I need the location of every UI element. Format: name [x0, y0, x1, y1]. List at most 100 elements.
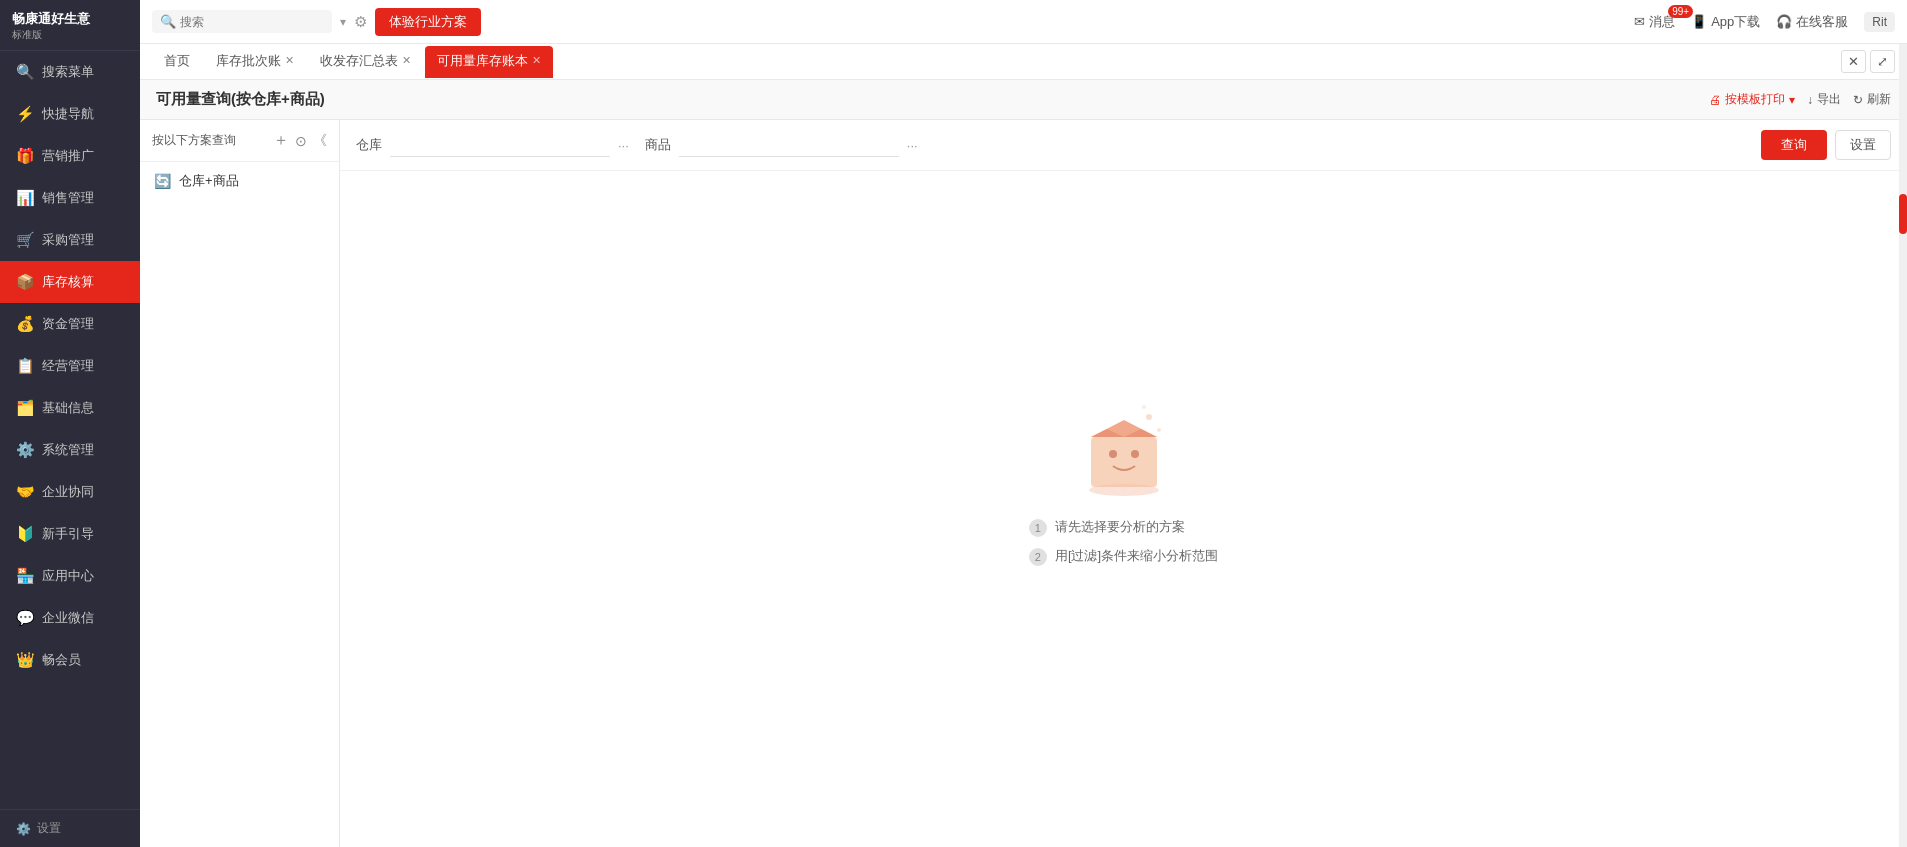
newbie-icon: 🔰	[16, 525, 34, 543]
sidebar-item-label: 应用中心	[42, 567, 94, 585]
sidebar-item-label: 企业协同	[42, 483, 94, 501]
headset-icon: 🎧	[1776, 14, 1792, 29]
tab-available[interactable]: 可用量库存账本 ✕	[425, 46, 553, 78]
filter-panel-header: 按以下方案查询 ＋ ⊙ 《	[140, 120, 339, 162]
topbar-search-box[interactable]: 🔍	[152, 10, 332, 33]
sidebar-item-shortcut[interactable]: ⚡ 快捷导航	[0, 93, 140, 135]
message-button[interactable]: ✉ 消息 99+	[1634, 13, 1675, 31]
filter-item-label: 仓库+商品	[179, 172, 239, 190]
app-download-label: App下载	[1711, 13, 1760, 31]
sidebar-item-appstore[interactable]: 🏪 应用中心	[0, 555, 140, 597]
empty-state: 1 请先选择要分析的方案 2 用[过滤]条件来缩小分析范围	[340, 171, 1907, 847]
industry-button[interactable]: 体验行业方案	[375, 8, 481, 36]
sidebar-item-marketing[interactable]: 🎁 营销推广	[0, 135, 140, 177]
user-menu[interactable]: Rit	[1864, 12, 1895, 32]
export-icon: ↓	[1807, 93, 1813, 107]
handshake-icon: 🤝	[16, 483, 34, 501]
sidebar-item-label: 搜索菜单	[42, 63, 94, 81]
tabs-controls: ✕ ⤢	[1841, 50, 1895, 73]
sidebar-item-cooperation[interactable]: 🤝 企业协同	[0, 471, 140, 513]
empty-tip-1: 1 请先选择要分析的方案	[1029, 518, 1218, 537]
sidebar-item-basic[interactable]: 🗂️ 基础信息	[0, 387, 140, 429]
member-icon: 👑	[16, 651, 34, 669]
goods-field: 商品 ···	[645, 133, 918, 157]
sidebar: 畅康通好生意 标准版 🔍 搜索菜单 ⚡ 快捷导航 🎁 营销推广 📊 销售管理 🛒…	[0, 0, 140, 847]
tab-label: 库存批次账	[216, 52, 281, 70]
query-button[interactable]: 查询	[1761, 130, 1827, 160]
filter-item-warehouse-goods[interactable]: 🔄 仓库+商品	[140, 162, 339, 200]
scrollbar-thumb[interactable]	[1899, 194, 1907, 234]
goods-more-button[interactable]: ···	[907, 138, 918, 153]
sidebar-item-label: 采购管理	[42, 231, 94, 249]
main: 🔍 ▾ ⚙ 体验行业方案 ✉ 消息 99+ 📱 App下载 🎧 在线客服 Rit	[140, 0, 1907, 847]
svg-point-9	[1142, 405, 1146, 409]
close-tab-button[interactable]: ✕	[1841, 50, 1866, 73]
warehouse-input[interactable]	[390, 133, 610, 157]
close-icon[interactable]: ✕	[285, 54, 294, 67]
query-bar: 仓库 ··· 商品 ··· 查询 设置	[340, 120, 1907, 171]
sidebar-item-member[interactable]: 👑 畅会员	[0, 639, 140, 681]
right-scrollbar[interactable]	[1899, 44, 1907, 847]
sidebar-item-inventory[interactable]: 📦 库存核算	[0, 261, 140, 303]
sidebar-item-purchase[interactable]: 🛒 采购管理	[0, 219, 140, 261]
sidebar-item-operation[interactable]: 📋 经营管理	[0, 345, 140, 387]
fullscreen-button[interactable]: ⤢	[1870, 50, 1895, 73]
refresh-icon: ↻	[1853, 93, 1863, 107]
print-button[interactable]: 🖨 按模板打印 ▾	[1709, 91, 1795, 108]
tab-label: 收发存汇总表	[320, 52, 398, 70]
warehouse-more-button[interactable]: ···	[618, 138, 629, 153]
filter-panel: 按以下方案查询 ＋ ⊙ 《 🔄 仓库+商品	[140, 120, 340, 847]
chart-icon: 📊	[16, 189, 34, 207]
sidebar-item-newbie[interactable]: 🔰 新手引导	[0, 513, 140, 555]
sidebar-item-label: 快捷导航	[42, 105, 94, 123]
dropdown-icon[interactable]: ▾	[340, 15, 346, 29]
page-title: 可用量查询(按仓库+商品)	[156, 90, 325, 109]
sidebar-item-label: 资金管理	[42, 315, 94, 333]
scheme-icon: 🔄	[154, 173, 171, 189]
close-icon[interactable]: ✕	[532, 54, 541, 67]
sidebar-item-wechat[interactable]: 💬 企业微信	[0, 597, 140, 639]
export-button[interactable]: ↓ 导出	[1807, 91, 1841, 108]
sidebar-item-finance[interactable]: 💰 资金管理	[0, 303, 140, 345]
tab-batch[interactable]: 库存批次账 ✕	[204, 46, 306, 78]
dropdown-icon[interactable]: ▾	[1789, 93, 1795, 107]
service-label: 在线客服	[1796, 13, 1848, 31]
sidebar-settings[interactable]: ⚙️ 设置	[0, 809, 140, 847]
sidebar-item-system[interactable]: ⚙️ 系统管理	[0, 429, 140, 471]
sidebar-logo: 畅康通好生意 标准版	[0, 0, 140, 51]
sidebar-item-search[interactable]: 🔍 搜索菜单	[0, 51, 140, 93]
close-icon[interactable]: ✕	[402, 54, 411, 67]
cart-icon: 🛒	[16, 231, 34, 249]
app-download-button[interactable]: 📱 App下载	[1691, 13, 1760, 31]
right-panel: 仓库 ··· 商品 ··· 查询 设置	[340, 120, 1907, 847]
tip-num-2: 2	[1029, 548, 1047, 566]
add-scheme-icon[interactable]: ＋	[273, 130, 289, 151]
tab-collect[interactable]: 收发存汇总表 ✕	[308, 46, 423, 78]
svg-point-7	[1146, 414, 1152, 420]
sidebar-scroll: 🔍 搜索菜单 ⚡ 快捷导航 🎁 营销推广 📊 销售管理 🛒 采购管理 📦 库存核…	[0, 51, 140, 809]
empty-tip-2: 2 用[过滤]条件来缩小分析范围	[1029, 547, 1218, 566]
wechat-icon: 💬	[16, 609, 34, 627]
sidebar-item-label: 销售管理	[42, 189, 94, 207]
goods-input[interactable]	[679, 133, 899, 157]
settings-button[interactable]: 设置	[1835, 130, 1891, 160]
gear-icon: ⚙️	[16, 441, 34, 459]
tip-text-1: 请先选择要分析的方案	[1055, 518, 1185, 536]
topbar: 🔍 ▾ ⚙ 体验行业方案 ✉ 消息 99+ 📱 App下载 🎧 在线客服 Rit	[140, 0, 1907, 44]
refresh-button[interactable]: ↻ 刷新	[1853, 91, 1891, 108]
svg-rect-1	[1091, 437, 1157, 487]
filter-panel-title: 按以下方案查询	[152, 132, 236, 149]
tab-home[interactable]: 首页	[152, 46, 202, 78]
topbar-right: ✉ 消息 99+ 📱 App下载 🎧 在线客服 Rit	[1634, 12, 1895, 32]
print-icon: 🖨	[1709, 93, 1721, 107]
sidebar-item-sales[interactable]: 📊 销售管理	[0, 177, 140, 219]
settings-icon[interactable]: ⚙	[354, 13, 367, 31]
scheme-settings-icon[interactable]: ⊙	[295, 133, 307, 149]
tabs-bar: 首页 库存批次账 ✕ 收发存汇总表 ✕ 可用量库存账本 ✕ ✕ ⤢	[140, 44, 1907, 80]
collapse-icon[interactable]: 《	[313, 132, 327, 150]
search-input[interactable]	[180, 15, 280, 29]
empty-illustration	[1069, 392, 1179, 502]
empty-tips: 1 请先选择要分析的方案 2 用[过滤]条件来缩小分析范围	[1029, 518, 1218, 566]
online-service-button[interactable]: 🎧 在线客服	[1776, 13, 1848, 31]
sidebar-item-label: 基础信息	[42, 399, 94, 417]
